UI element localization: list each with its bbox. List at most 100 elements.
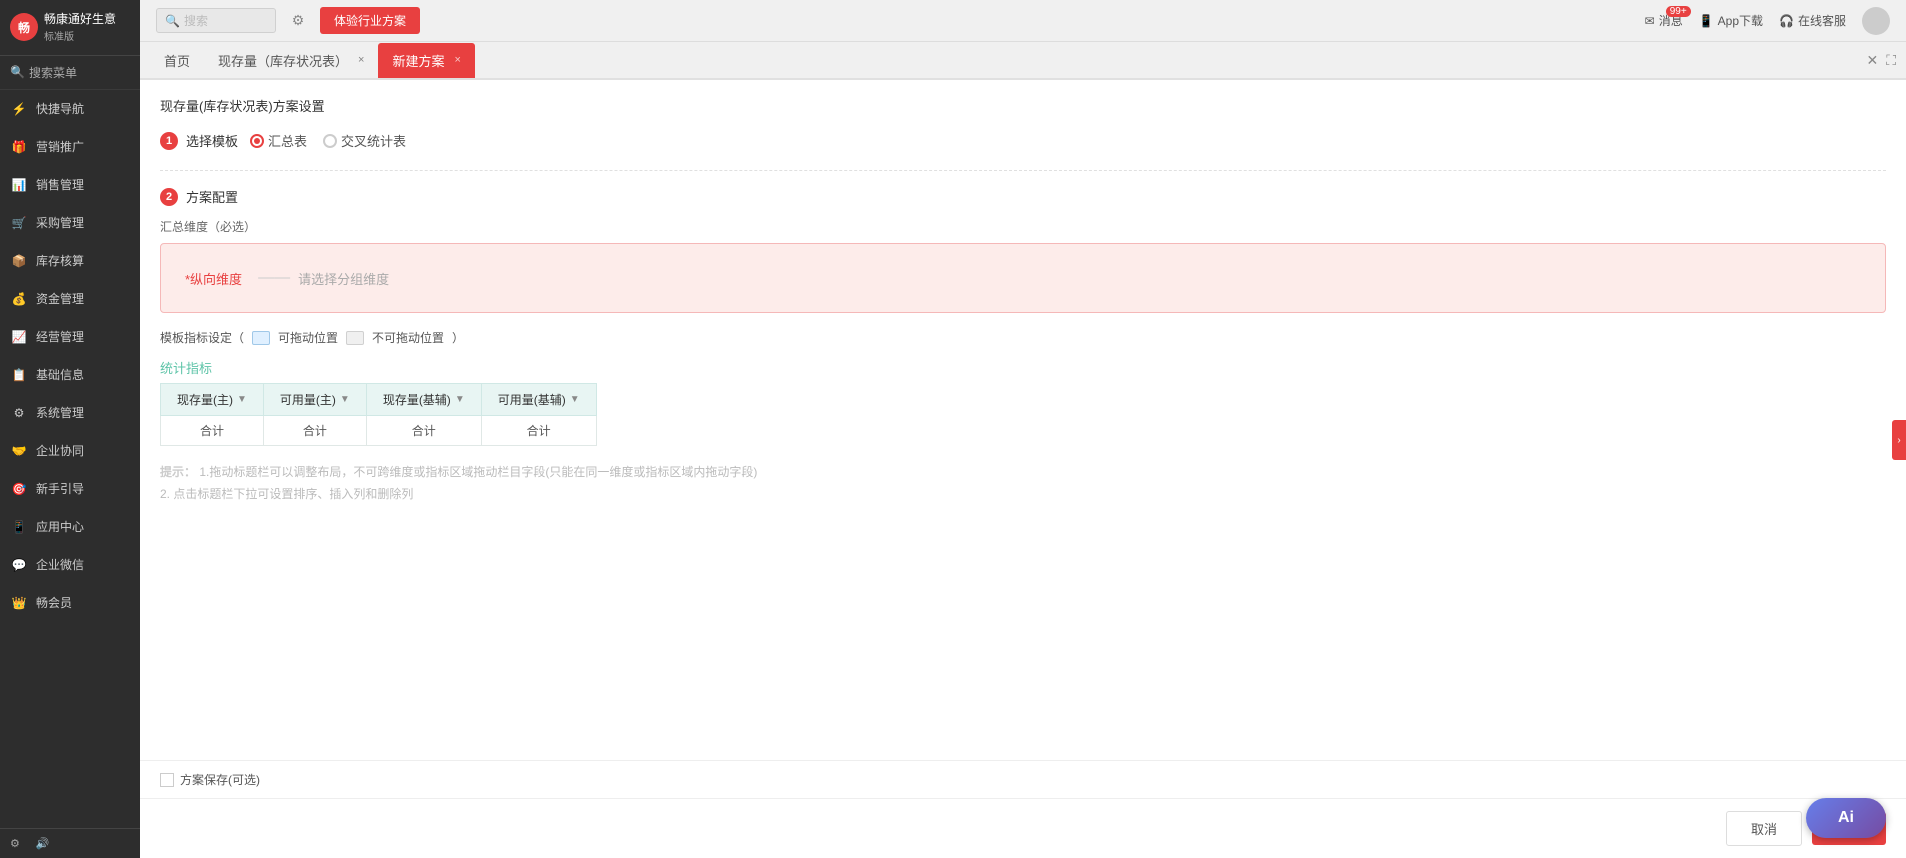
app-download-label: App下载 [1718, 12, 1763, 29]
close-all-icon[interactable]: ✕ [1866, 52, 1878, 69]
sidebar-item-purchase[interactable]: 🛒 采购管理 [0, 204, 140, 242]
sidebar-item-operation[interactable]: 📈 经营管理 [0, 318, 140, 356]
topbar-left: 🔍 搜索 ⚙ 体验行业方案 [156, 7, 420, 34]
cancel-button[interactable]: 取消 [1726, 811, 1802, 846]
radio-cross-label: 交叉统计表 [341, 131, 406, 150]
tab-new-plan-label: 新建方案 [392, 51, 444, 70]
content-area: 现存量(库存状况表)方案设置 1 选择模板 汇总表 交叉统计表 [140, 80, 1906, 760]
messages-badge: 99+ [1666, 6, 1691, 17]
sidebar-item-label: 库存核算 [36, 252, 84, 269]
step2-title: 方案配置 [186, 187, 238, 206]
sidebar-item-label: 畅会员 [36, 594, 72, 611]
th-available-aux-arrow: ▼ [570, 394, 580, 405]
indicator-close: ） [452, 329, 464, 346]
th-available-main-content: 可用量(主) ▼ [280, 391, 350, 408]
sidebar-logo: 畅 畅康通好生意 标准版 [0, 0, 140, 56]
topbar: 🔍 搜索 ⚙ 体验行业方案 ✉ 消息 99+ 📱 App下载 🎧 在线客服 [140, 0, 1906, 42]
marketing-icon: 🎁 [10, 138, 28, 156]
th-available-main[interactable]: 可用量(主) ▼ [263, 384, 366, 416]
tabbar: 首页 现存量（库存状况表） × 新建方案 × ✕ ⛶ [140, 42, 1906, 80]
sidebar-item-label: 销售管理 [36, 176, 84, 193]
cell-available-main-total: 合计 [263, 416, 366, 446]
radio-summary[interactable]: 汇总表 [250, 131, 307, 150]
tab-home[interactable]: 首页 [150, 43, 204, 78]
message-icon: ✉ [1645, 14, 1655, 28]
tab-new-plan-close-icon[interactable]: × [454, 54, 460, 66]
radio-cross[interactable]: 交叉统计表 [323, 131, 406, 150]
operation-icon: 📈 [10, 328, 28, 346]
sidebar-item-app-center[interactable]: 📱 应用中心 [0, 508, 140, 546]
expand-icon[interactable]: ⛶ [1886, 52, 1896, 69]
tab-new-plan[interactable]: 新建方案 × [378, 43, 474, 78]
sidebar-item-new-guide[interactable]: 🎯 新手引导 [0, 470, 140, 508]
online-service-action[interactable]: 🎧 在线客服 [1779, 12, 1846, 29]
th-available-main-label: 可用量(主) [280, 391, 336, 408]
search-label: 搜索菜单 [29, 64, 77, 81]
sidebar-item-finance[interactable]: 💰 资金管理 [0, 280, 140, 318]
member-icon: 👑 [10, 594, 28, 612]
cell-current-aux-total: 合计 [366, 416, 481, 446]
th-current-aux[interactable]: 现存量(基辅) ▼ [366, 384, 481, 416]
tab-inventory-close-icon[interactable]: × [358, 54, 364, 66]
ai-bubble[interactable]: Ai [1806, 798, 1886, 838]
app-download-action[interactable]: 📱 App下载 [1699, 12, 1763, 29]
basic-info-icon: 📋 [10, 366, 28, 384]
th-current-aux-content: 现存量(基辅) ▼ [383, 391, 465, 408]
logo-icon: 畅 [10, 13, 38, 41]
quick-nav-icon: ⚡ [10, 100, 28, 118]
th-current-aux-arrow: ▼ [455, 394, 465, 405]
inventory-icon: 📦 [10, 252, 28, 270]
sidebar-item-label: 系统管理 [36, 404, 84, 421]
tip-title-text: 提示： [160, 465, 196, 479]
sidebar-item-quick-nav[interactable]: ⚡ 快捷导航 [0, 90, 140, 128]
topbar-right: ✉ 消息 99+ 📱 App下载 🎧 在线客服 [1645, 7, 1890, 35]
sidebar-item-marketing[interactable]: 🎁 营销推广 [0, 128, 140, 166]
footer-buttons: 取消 查询 [140, 798, 1906, 858]
tab-inventory-status[interactable]: 现存量（库存状况表） × [204, 43, 378, 78]
step2-block: 2 方案配置 汇总维度（必选） *纵向维度 —— 请选择分组维度 模板指标设定（… [160, 187, 1886, 505]
main-area: 🔍 搜索 ⚙ 体验行业方案 ✉ 消息 99+ 📱 App下载 🎧 在线客服 [140, 0, 1906, 858]
th-available-aux[interactable]: 可用量(基辅) ▼ [481, 384, 596, 416]
required-area[interactable]: *纵向维度 —— 请选择分组维度 [160, 243, 1886, 313]
required-field-label: *纵向维度 [185, 269, 242, 288]
sidebar-item-sales[interactable]: 📊 销售管理 [0, 166, 140, 204]
app-edition: 标准版 [44, 28, 116, 43]
sidebar-item-label: 应用中心 [36, 518, 84, 535]
sidebar-item-member[interactable]: 👑 畅会员 [0, 584, 140, 622]
not-draggable-indicator-box [346, 331, 364, 345]
sidebar-item-cooperation[interactable]: 🤝 企业协同 [0, 432, 140, 470]
new-guide-icon: 🎯 [10, 480, 28, 498]
not-draggable-label: 不可拖动位置 [372, 329, 444, 346]
logo-text-block: 畅康通好生意 标准版 [44, 12, 116, 43]
sidebar-item-label: 基础信息 [36, 366, 84, 383]
divider-1 [160, 170, 1886, 171]
required-placeholder: 请选择分组维度 [298, 269, 389, 288]
sidebar-search[interactable]: 🔍 搜索菜单 [0, 56, 140, 90]
sidebar-settings-icon[interactable]: ⚙ [10, 837, 20, 850]
draggable-label: 可拖动位置 [278, 329, 338, 346]
th-current-main[interactable]: 现存量(主) ▼ [161, 384, 264, 416]
sidebar-item-basic-info[interactable]: 📋 基础信息 [0, 356, 140, 394]
sidebar-item-wechat[interactable]: 💬 企业微信 [0, 546, 140, 584]
step1-num: 1 [160, 132, 178, 150]
draggable-indicator-box [252, 331, 270, 345]
trial-btn[interactable]: 体验行业方案 [320, 7, 420, 34]
wechat-icon: 💬 [10, 556, 28, 574]
sidebar-item-label: 采购管理 [36, 214, 84, 231]
th-available-aux-content: 可用量(基辅) ▼ [498, 391, 580, 408]
step2-num: 2 [160, 188, 178, 206]
settings-gear-icon[interactable]: ⚙ [286, 9, 310, 33]
sidebar-item-system[interactable]: ⚙ 系统管理 [0, 394, 140, 432]
stats-section: 统计指标 现存量(主) ▼ 可用量 [160, 358, 1886, 446]
save-checkbox[interactable] [160, 773, 174, 787]
topbar-search-box[interactable]: 🔍 搜索 [156, 8, 276, 33]
side-panel-toggle[interactable]: › [1892, 420, 1906, 460]
messages-action[interactable]: ✉ 消息 99+ [1645, 12, 1683, 29]
th-available-aux-label: 可用量(基辅) [498, 391, 566, 408]
sidebar-sound-icon[interactable]: 🔊 [36, 837, 50, 850]
sidebar-item-inventory[interactable]: 📦 库存核算 [0, 242, 140, 280]
user-avatar[interactable] [1862, 7, 1890, 35]
cell-current-main-total: 合计 [161, 416, 264, 446]
th-current-main-content: 现存量(主) ▼ [177, 391, 247, 408]
template-indicators-label: 模板指标设定（ [160, 329, 244, 346]
